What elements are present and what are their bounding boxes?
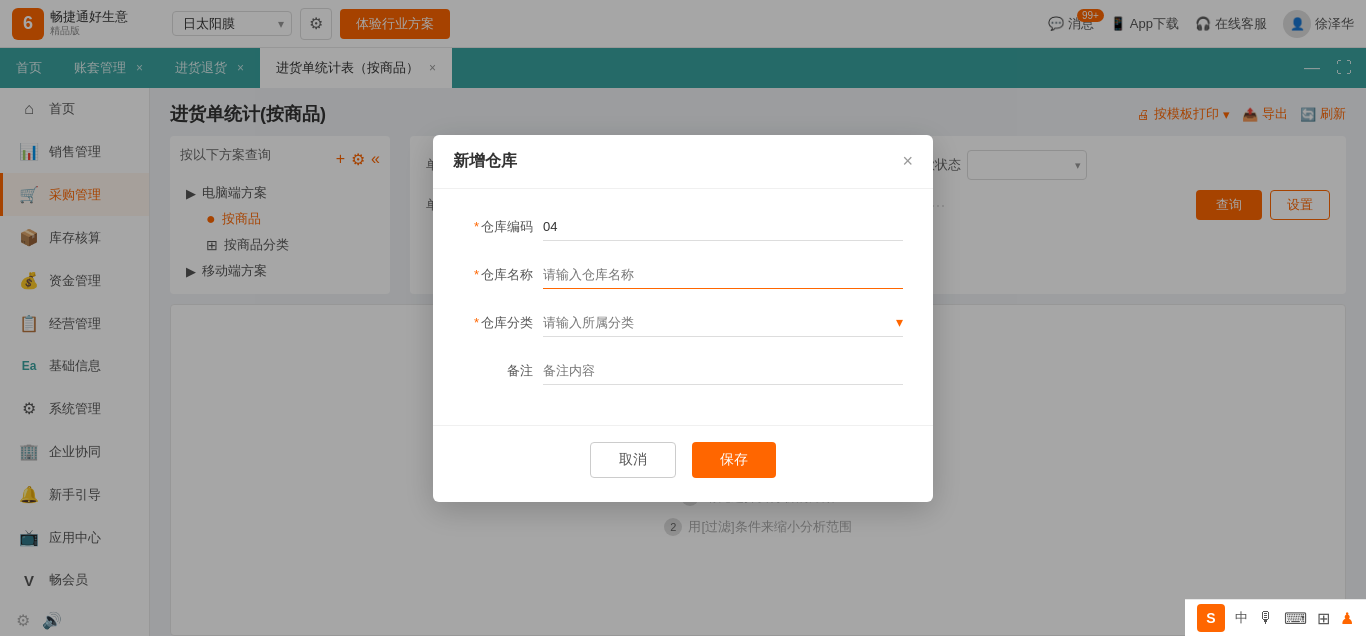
cancel-button[interactable]: 取消 xyxy=(590,442,676,478)
remark-input[interactable] xyxy=(543,357,903,385)
warehouse-name-input[interactable] xyxy=(543,261,903,289)
new-warehouse-modal: 新增仓库 × 仓库编码 仓库名称 仓库分类 备注 xyxy=(433,135,933,502)
s-logo: S xyxy=(1197,604,1225,632)
category-select-input[interactable] xyxy=(543,309,903,336)
status-bar: S 中 🎙 ⌨ ⊞ ♟ xyxy=(1185,599,1366,636)
modal-header: 新增仓库 × xyxy=(433,135,933,189)
save-button[interactable]: 保存 xyxy=(692,442,776,478)
category-label: 仓库分类 xyxy=(463,314,543,332)
status-item-keyboard[interactable]: ⌨ xyxy=(1284,609,1307,628)
modal-overlay[interactable]: 新增仓库 × 仓库编码 仓库名称 仓库分类 备注 xyxy=(0,0,1366,636)
modal-field-name: 仓库名称 xyxy=(463,261,903,289)
modal-field-remark: 备注 xyxy=(463,357,903,385)
remark-label: 备注 xyxy=(463,362,543,380)
modal-field-category: 仓库分类 xyxy=(463,309,903,337)
category-select-wrap[interactable] xyxy=(543,309,903,337)
code-label: 仓库编码 xyxy=(463,218,543,236)
modal-field-code: 仓库编码 xyxy=(463,213,903,241)
status-item-box[interactable]: ⊞ xyxy=(1317,609,1330,628)
status-item-chess[interactable]: ♟ xyxy=(1340,609,1354,628)
status-item-zh: 中 xyxy=(1235,609,1248,627)
modal-body: 仓库编码 仓库名称 仓库分类 备注 xyxy=(433,189,933,425)
modal-footer: 取消 保存 xyxy=(433,425,933,502)
modal-close-button[interactable]: × xyxy=(902,152,913,170)
warehouse-code-input[interactable] xyxy=(543,213,903,241)
status-item-mic[interactable]: 🎙 xyxy=(1258,609,1274,627)
modal-title: 新增仓库 xyxy=(453,151,517,172)
name-label: 仓库名称 xyxy=(463,266,543,284)
